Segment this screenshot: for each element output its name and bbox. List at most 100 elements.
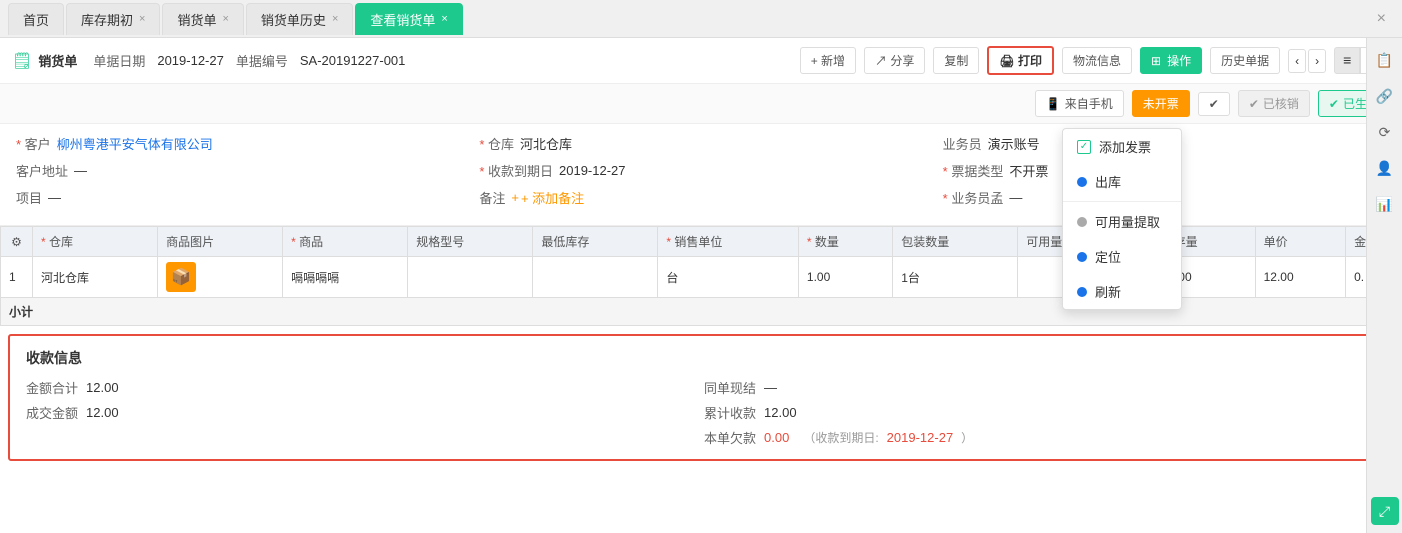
main-content: 🗒 销货单 单据日期 2019-12-27 单据编号 SA-20191227-0…: [0, 38, 1402, 533]
print-button[interactable]: 🖨 打印: [987, 46, 1054, 75]
note-field: 备注 + + 添加备注: [479, 188, 922, 207]
nav-arrows: ‹ ›: [1288, 49, 1326, 73]
sidebar-chart-icon[interactable]: 📊: [1371, 190, 1399, 218]
quantity-fetch-dot: [1077, 217, 1087, 227]
total-amount-label: 金额合计: [26, 378, 78, 397]
toolbar: + 新增 ↗ 分享 复制 🖨 打印 物流信息 ⊞ 操作 历史单据 ‹: [800, 46, 1390, 75]
ticket-type-label: 票据类型: [943, 161, 1004, 180]
transaction-amount-row: 成交金额 12.00: [26, 403, 698, 422]
transaction-amount-value: 12.00: [86, 405, 119, 420]
same-order-settle-row: 同单现结 —: [704, 378, 1376, 397]
warehouse-label: 仓库: [479, 134, 514, 153]
sidebar-doc-icon[interactable]: 📋: [1371, 46, 1399, 74]
dropdown-outbound[interactable]: 出库: [1063, 164, 1181, 199]
payment-date-field: 收款到期日 2019-12-27: [479, 161, 922, 180]
dropdown-add-invoice[interactable]: 添加发票: [1063, 129, 1181, 164]
from-phone-button[interactable]: 📱 来自手机: [1035, 90, 1124, 117]
warehouse-value: 河北仓库: [520, 134, 572, 153]
list-view-button[interactable]: ≡: [1334, 47, 1360, 74]
not-open-button[interactable]: 未开票: [1132, 90, 1190, 117]
payment-date-value: 2019-12-27: [559, 163, 626, 178]
refresh-label: 刷新: [1095, 282, 1121, 301]
col-unit-price: 单价: [1255, 227, 1345, 257]
current-due-value: 0.00: [764, 430, 789, 445]
cell-product: 嗝嗝嗝嗝: [283, 257, 408, 298]
cumulative-payment-row: 累计收款 12.00: [704, 403, 1376, 422]
add-note-button[interactable]: + + 添加备注: [511, 188, 584, 207]
note-label: 备注: [479, 188, 505, 207]
tab-sales-history-label: 销货单历史: [261, 10, 326, 29]
address-label: 客户地址: [16, 161, 68, 180]
confirm-button[interactable]: ✔: [1198, 92, 1230, 116]
number-label: 单据编号: [236, 51, 288, 70]
sidebar-link-icon[interactable]: 🔗: [1371, 82, 1399, 110]
tab-check-sales-close[interactable]: ×: [441, 13, 447, 25]
total-amount-value: 12.00: [86, 380, 119, 395]
staff2-label: 业务员孟: [943, 188, 1004, 207]
tab-inventory-init[interactable]: 库存期初 ×: [66, 3, 160, 35]
payment-info-section: 收款信息 金额合计 12.00 成交金额 12.00 同单现结 — 累计收款: [8, 334, 1394, 461]
plus-icon: +: [511, 190, 519, 205]
col-spec: 规格型号: [408, 227, 533, 257]
check-icon: ✔: [1249, 97, 1259, 111]
project-value: —: [48, 190, 61, 205]
payment-info-title: 收款信息: [26, 348, 1376, 368]
check-icon2: ✔: [1329, 97, 1339, 111]
tab-check-sales-label: 查看销货单: [370, 10, 435, 29]
refresh-dot: [1077, 287, 1087, 297]
dropdown-refresh[interactable]: 刷新: [1063, 274, 1181, 309]
tab-sales-history-close[interactable]: ×: [332, 13, 338, 25]
doc-icon: 🗒: [12, 51, 32, 71]
dropdown-quantity-fetch[interactable]: 可用量提取: [1063, 204, 1181, 239]
history-button[interactable]: 历史单据: [1210, 47, 1280, 74]
subtotal-row: 小计: [1, 298, 1402, 326]
cell-unit-price: 12.00: [1255, 257, 1345, 298]
tab-bar: 首页 库存期初 × 销货单 × 销货单历史 × 查看销货单 × ×: [0, 0, 1402, 38]
tab-sales-history[interactable]: 销货单历史 ×: [246, 3, 353, 35]
locate-dot: [1077, 252, 1087, 262]
quantity-fetch-label: 可用量提取: [1095, 212, 1160, 231]
copy-button[interactable]: 复制: [933, 47, 979, 74]
tab-home[interactable]: 首页: [8, 3, 64, 35]
sidebar-refresh-icon[interactable]: ⟳: [1371, 118, 1399, 146]
tab-check-sales[interactable]: 查看销货单 ×: [355, 3, 462, 35]
same-order-settle-value: —: [764, 380, 777, 395]
prev-button[interactable]: ‹: [1288, 49, 1306, 73]
col-settings[interactable]: ⚙: [1, 227, 33, 257]
operations-button[interactable]: ⊞ 操作: [1140, 47, 1202, 74]
doc-header: 🗒 销货单 单据日期 2019-12-27 单据编号 SA-20191227-0…: [0, 38, 1402, 84]
logistics-button[interactable]: 物流信息: [1062, 47, 1132, 74]
sidebar-expand-icon[interactable]: ⤢: [1371, 497, 1399, 525]
table-header-row: ⚙ 仓库 商品图片 商品 规格型号 最低库存 销售单位 数量 包装数量 可用量 …: [1, 227, 1402, 257]
doc-meta: 单据日期 2019-12-27 单据编号 SA-20191227-001: [93, 51, 405, 70]
tab-sales-order-close[interactable]: ×: [222, 13, 228, 25]
outbound-dot: [1077, 177, 1087, 187]
total-amount-row: 金额合计 12.00: [26, 378, 698, 397]
add-invoice-label: 添加发票: [1099, 137, 1151, 156]
col-sales-unit: 销售单位: [658, 227, 799, 257]
window-close-button[interactable]: ×: [1369, 6, 1394, 32]
next-button[interactable]: ›: [1308, 49, 1326, 73]
cell-min-stock: [533, 257, 658, 298]
customer-value[interactable]: 柳州粤港平安气体有限公司: [57, 134, 213, 153]
transaction-amount-label: 成交金额: [26, 403, 78, 422]
cell-warehouse: 河北仓库: [33, 257, 158, 298]
tab-sales-order[interactable]: 销货单 ×: [162, 3, 243, 35]
col-product: 商品: [283, 227, 408, 257]
share-button[interactable]: ↗ 分享: [864, 47, 925, 74]
cell-sales-unit: 台: [658, 257, 799, 298]
action-bar: 📱 来自手机 未开票 ✔ ✔ 已核销 ✔ 已生效: [0, 84, 1402, 124]
staff-value: 演示账号: [988, 134, 1040, 153]
project-label: 项目: [16, 188, 42, 207]
cumulative-payment-value: 12.00: [764, 405, 797, 420]
product-table: ⚙ 仓库 商品图片 商品 规格型号 最低库存 销售单位 数量 包装数量 可用量 …: [0, 226, 1402, 326]
dropdown-locate[interactable]: 定位: [1063, 239, 1181, 274]
tab-inventory-init-close[interactable]: ×: [139, 13, 145, 25]
col-warehouse: 仓库: [33, 227, 158, 257]
add-button[interactable]: + 新增: [800, 47, 856, 74]
customer-label: 客户: [16, 134, 51, 153]
product-image: 📦: [166, 262, 196, 292]
cell-no: 1: [1, 257, 33, 298]
sidebar-user-icon[interactable]: 👤: [1371, 154, 1399, 182]
dropdown-divider: [1063, 201, 1181, 202]
